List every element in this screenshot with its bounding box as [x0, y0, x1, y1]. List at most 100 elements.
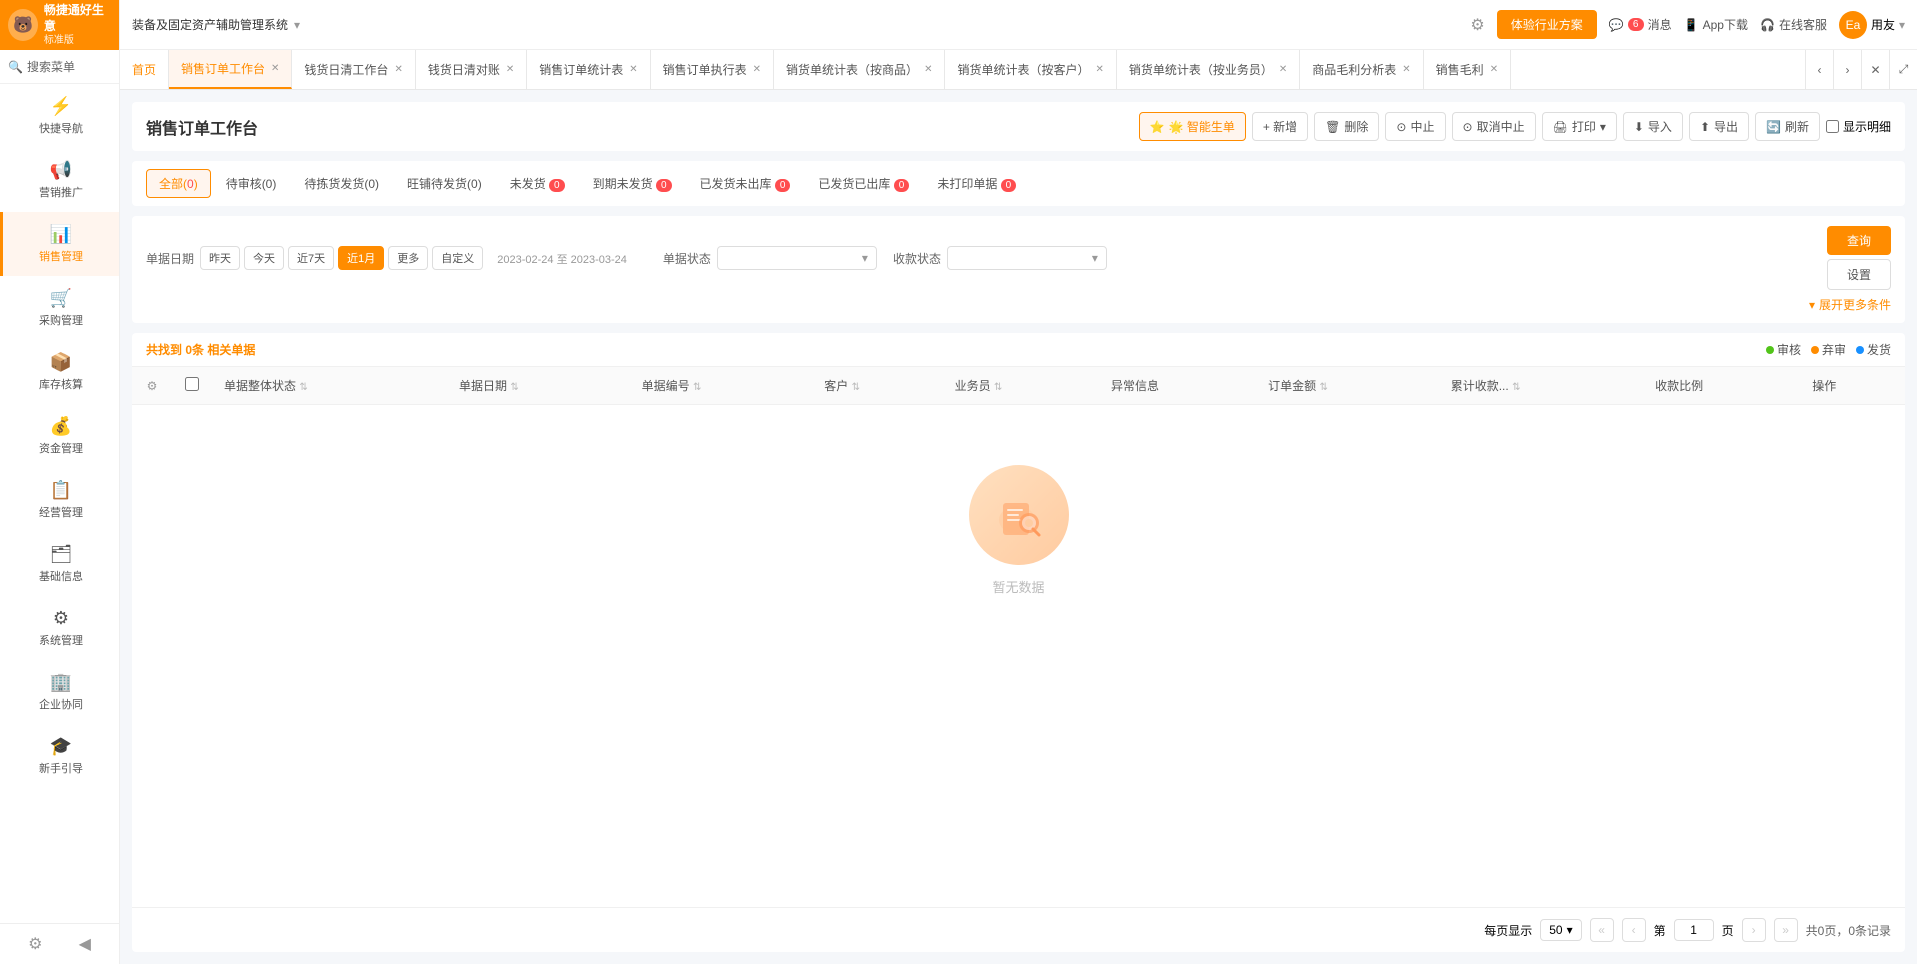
sidebar-item-guide[interactable]: 🎓 新手引导	[0, 724, 119, 788]
sidebar-item-basic[interactable]: 🗂 基础信息	[0, 532, 119, 596]
tab-sales-workbench[interactable]: 销售订单工作台 ✕	[169, 50, 292, 89]
set-btn[interactable]: 设置	[1827, 259, 1891, 290]
tab-close-sales-exec[interactable]: ✕	[753, 64, 761, 75]
tab-scroll-right[interactable]: ›	[1833, 50, 1861, 90]
filter-tab-shipped-not-out[interactable]: 已发货未出库 0	[687, 169, 804, 198]
collapse-btn[interactable]: ◀	[79, 934, 91, 954]
tab-close-all[interactable]: ✕	[1861, 50, 1889, 90]
sidebar-item-quick-nav[interactable]: ⚡ 快捷导航	[0, 84, 119, 148]
sidebar-item-operations[interactable]: 📋 经营管理	[0, 468, 119, 532]
cancel-stop-btn[interactable]: ⊙ 取消中止	[1452, 112, 1536, 141]
col-date[interactable]: 单据日期 ⇅	[447, 367, 630, 405]
col-customer[interactable]: 客户 ⇅	[812, 367, 942, 405]
add-btn[interactable]: + 新增	[1252, 112, 1308, 141]
filter-tab-wangpu-ship[interactable]: 旺铺待发货(0)	[394, 169, 495, 198]
col-collected[interactable]: 累计收款... ⇅	[1439, 367, 1643, 405]
filter-tab-pending-review[interactable]: 待审核(0)	[213, 169, 290, 198]
print-btn[interactable]: 🖨 打印 ▾	[1542, 112, 1617, 141]
query-btn[interactable]: 查询	[1827, 226, 1891, 255]
refresh-btn[interactable]: 🔄 刷新	[1755, 112, 1820, 141]
last-page-btn[interactable]: »	[1774, 918, 1798, 942]
export-btn[interactable]: ⬆ 导出	[1689, 112, 1749, 141]
col-settings[interactable]: ⚙	[132, 367, 172, 405]
ship-btn[interactable]: 发货	[1856, 341, 1891, 358]
tab-gross-profit[interactable]: 商品毛利分析表 ✕	[1300, 50, 1423, 89]
page-size-select[interactable]: 50 ▾	[1540, 919, 1581, 941]
system-title-chevron[interactable]: ▾	[294, 18, 300, 32]
sidebar-item-purchase[interactable]: 🛒 采购管理	[0, 276, 119, 340]
status-select[interactable]: ▾	[717, 246, 877, 270]
page-unit: 页	[1722, 922, 1734, 939]
tab-maximize[interactable]: ⤢	[1889, 50, 1917, 90]
col-status[interactable]: 单据整体状态 ⇅	[212, 367, 447, 405]
payment-select[interactable]: ▾	[947, 246, 1107, 270]
col-amount[interactable]: 订单金额 ⇅	[1256, 367, 1439, 405]
tab-close-cash-reconcile[interactable]: ✕	[506, 64, 514, 75]
select-all-checkbox[interactable]	[185, 377, 199, 391]
settings-btn[interactable]: ⚙	[28, 934, 42, 954]
date-btn-more[interactable]: 更多	[388, 246, 428, 270]
tab-sales-exec[interactable]: 销售订单执行表 ✕	[651, 50, 774, 89]
date-btn-7days[interactable]: 近7天	[288, 246, 334, 270]
sidebar-item-finance[interactable]: 💰 资金管理	[0, 404, 119, 468]
tab-close-gross-profit[interactable]: ✕	[1402, 64, 1410, 75]
tab-sales-profit[interactable]: 销售毛利 ✕	[1424, 50, 1511, 89]
date-btn-yesterday[interactable]: 昨天	[200, 246, 240, 270]
sidebar-item-enterprise[interactable]: 🏢 企业协同	[0, 660, 119, 724]
gear-settings-icon[interactable]: ⚙	[1470, 15, 1484, 35]
filter-tab-all[interactable]: 全部(0)	[146, 169, 211, 198]
tab-close-sales-profit[interactable]: ✕	[1490, 64, 1498, 75]
filter-tab-overdue-not-shipped[interactable]: 到期未发货 0	[580, 169, 685, 198]
col-abnormal-label: 异常信息	[1111, 379, 1159, 393]
tab-close-sales-by-product[interactable]: ✕	[924, 64, 932, 75]
stop-btn[interactable]: ⊙ 中止	[1385, 112, 1445, 141]
col-number[interactable]: 单据编号 ⇅	[630, 367, 813, 405]
tab-cash-reconcile[interactable]: 钱货日清对账 ✕	[416, 50, 527, 89]
page-input[interactable]	[1674, 919, 1714, 941]
show-detail-checkbox[interactable]: 显示明细	[1826, 118, 1891, 135]
user-area[interactable]: Ea 用友 ▾	[1839, 11, 1905, 39]
filter-tab-pending-inspect[interactable]: 待拣货发货(0)	[291, 169, 392, 198]
col-amount-sort: ⇅	[1319, 382, 1327, 393]
sidebar-search[interactable]: 🔍 搜索菜单	[0, 50, 119, 84]
filter-tab-not-shipped[interactable]: 未发货 0	[497, 169, 578, 198]
filter-tab-shipped-out[interactable]: 已发货已出库 0	[805, 169, 922, 198]
tab-sales-by-staff[interactable]: 销货单统计表（按业务员） ✕	[1117, 50, 1300, 89]
app-download-btn[interactable]: 📱 App下载	[1684, 16, 1748, 33]
col-staff[interactable]: 业务员 ⇅	[943, 367, 1099, 405]
expand-conditions-btn[interactable]: ▾ 展开更多条件	[1809, 296, 1891, 313]
smart-generate-btn[interactable]: ⭐ 🌟 智能生单	[1139, 112, 1246, 141]
review-btn[interactable]: 审核	[1766, 341, 1801, 358]
message-btn[interactable]: 💬 6 消息	[1609, 16, 1672, 33]
tab-home[interactable]: 首页	[120, 50, 169, 89]
import-btn[interactable]: ⬇ 导入	[1623, 112, 1683, 141]
date-btn-today[interactable]: 今天	[244, 246, 284, 270]
filter-tab-not-printed[interactable]: 未打印单据 0	[924, 169, 1029, 198]
sidebar-item-marketing[interactable]: 📢 营销推广	[0, 148, 119, 212]
delete-btn[interactable]: 🗑 删除	[1314, 112, 1379, 141]
online-service-btn[interactable]: 🎧 在线客服	[1760, 16, 1827, 33]
tab-scroll-left[interactable]: ‹	[1805, 50, 1833, 90]
tab-close-sales-workbench[interactable]: ✕	[271, 63, 279, 74]
industry-btn[interactable]: 体验行业方案	[1497, 10, 1597, 39]
tab-close-sales-stat[interactable]: ✕	[629, 64, 637, 75]
tab-close-cash-daily[interactable]: ✕	[394, 64, 402, 75]
prev-page-btn[interactable]: ‹	[1622, 918, 1646, 942]
sidebar-item-inventory[interactable]: 📦 库存核算	[0, 340, 119, 404]
date-btn-1month[interactable]: 近1月	[338, 246, 384, 270]
cancel-stop-icon: ⊙	[1463, 120, 1473, 134]
cancel-review-btn[interactable]: 弃审	[1811, 341, 1846, 358]
tab-sales-by-product[interactable]: 销货单统计表（按商品） ✕	[774, 50, 945, 89]
sidebar-item-sales[interactable]: 📊 销售管理	[0, 212, 119, 276]
tab-close-sales-by-customer[interactable]: ✕	[1095, 64, 1103, 75]
tab-sales-by-customer[interactable]: 销货单统计表（按客户） ✕	[945, 50, 1116, 89]
delete-label: 删除	[1344, 118, 1368, 135]
tab-cash-daily[interactable]: 钱货日清工作台 ✕	[292, 50, 415, 89]
tab-close-sales-by-staff[interactable]: ✕	[1279, 64, 1287, 75]
date-btn-custom[interactable]: 自定义	[432, 246, 483, 270]
sidebar-item-system[interactable]: ⚙ 系统管理	[0, 596, 119, 660]
next-page-btn[interactable]: ›	[1742, 918, 1766, 942]
first-page-btn[interactable]: «	[1590, 918, 1614, 942]
tab-sales-stat[interactable]: 销售订单统计表 ✕	[527, 50, 650, 89]
show-detail-input[interactable]	[1826, 120, 1839, 133]
